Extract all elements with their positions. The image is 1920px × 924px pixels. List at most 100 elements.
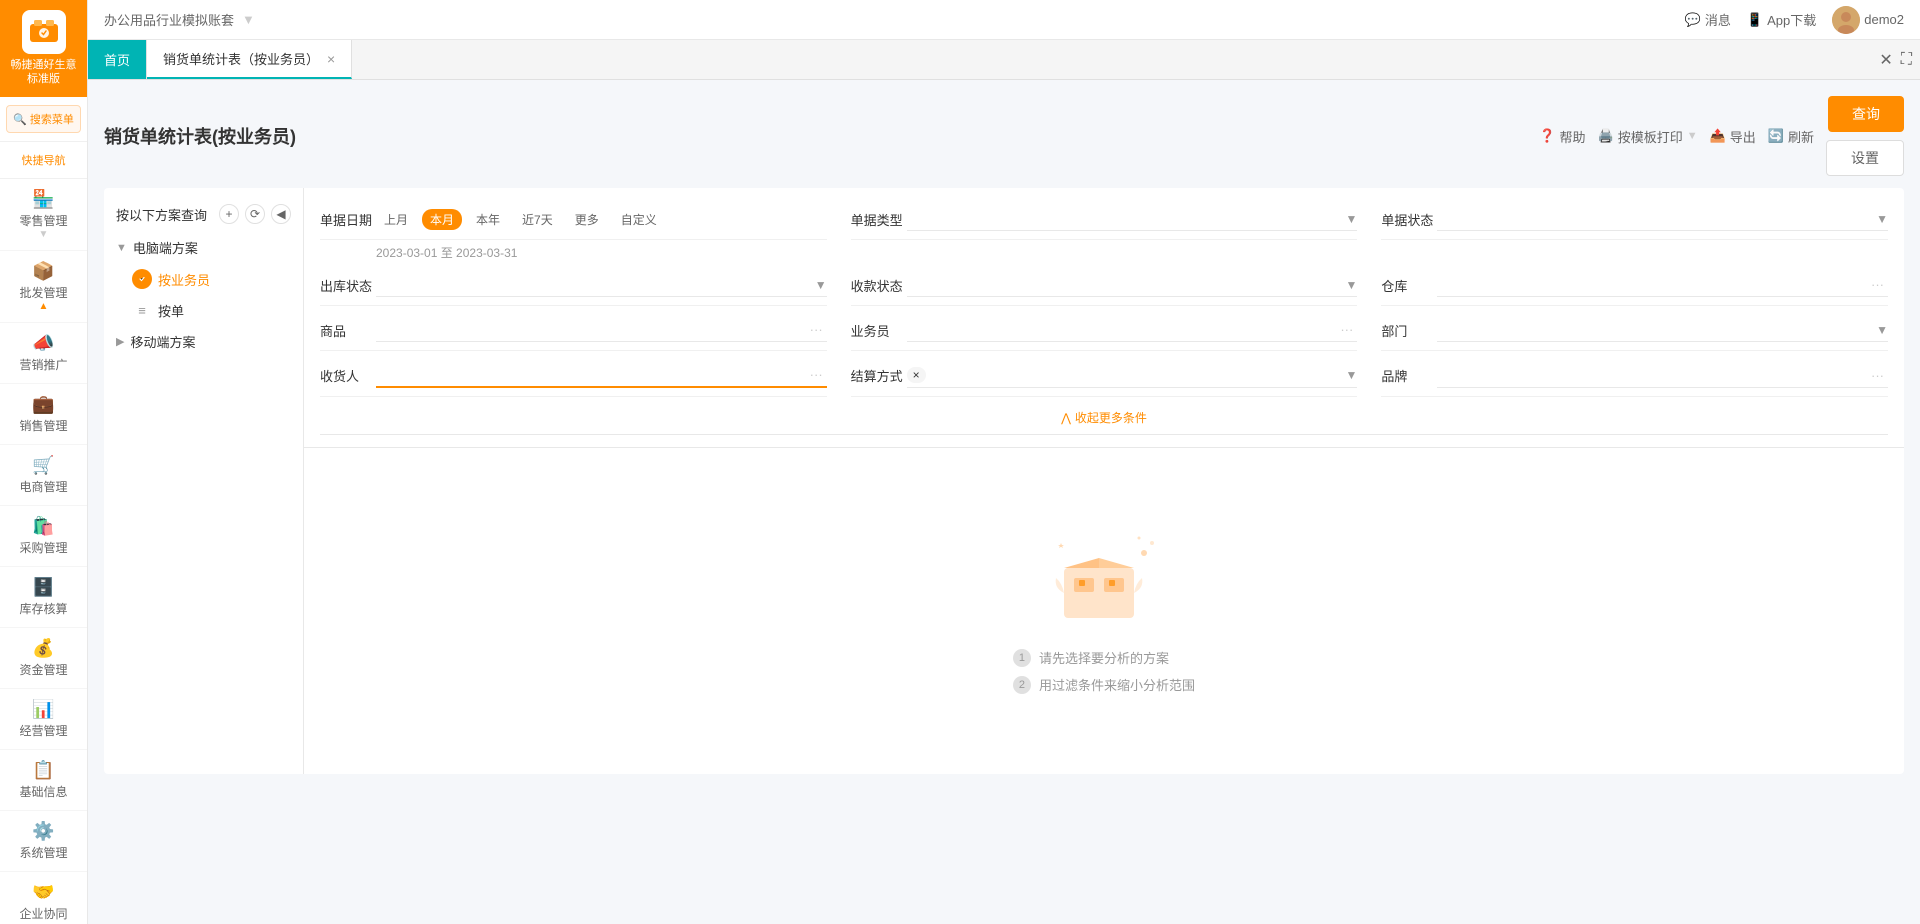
- brand-input[interactable]: ···: [1437, 364, 1888, 388]
- message-icon: 💬: [1685, 12, 1701, 28]
- filter-dept-control: ▼: [1437, 319, 1888, 342]
- filter-row-4: 收货人 ··· 结算方式: [320, 355, 1888, 397]
- tab-bar-actions: ✕ ⛶: [1871, 40, 1920, 79]
- sidebar-item-purchase[interactable]: 🛍️ 采购管理: [0, 506, 87, 567]
- sidebar-item-retail[interactable]: 🏪 零售管理 ▼: [0, 179, 87, 251]
- date-period: 上月 本月 本年 近7天 更多 自定义: [376, 209, 665, 230]
- settings-button[interactable]: 设置: [1826, 140, 1904, 176]
- date-custom-btn[interactable]: 自定义: [613, 209, 665, 230]
- sidebar-item-operations[interactable]: 📊 经营管理: [0, 689, 87, 750]
- date-curr-month-btn[interactable]: 本月: [422, 209, 462, 230]
- export-button[interactable]: 📤 导出: [1710, 127, 1756, 146]
- left-panel-header: 按以下方案查询 + ⟳ ◀: [104, 200, 303, 232]
- user-action[interactable]: demo2: [1832, 6, 1904, 34]
- collapse-icon: ⋀: [1061, 411, 1071, 425]
- message-action[interactable]: 💬 消息: [1685, 10, 1731, 29]
- order-status-chevron-icon: ▼: [1876, 212, 1888, 226]
- goods-input[interactable]: ···: [376, 318, 827, 342]
- sidebar-item-inventory[interactable]: 🗄️ 库存核算: [0, 567, 87, 628]
- sidebar-item-wholesale[interactable]: 📦 批发管理 ▲: [0, 251, 87, 323]
- sidebar-search-section: 🔍 搜索菜单: [0, 97, 87, 142]
- date-7days-btn[interactable]: 近7天: [514, 209, 561, 230]
- scheme-by-order[interactable]: ≡ 按单: [104, 295, 303, 326]
- tab-expand-icon[interactable]: ⛶: [1901, 51, 1912, 69]
- system-icon: ⚙️: [32, 821, 54, 842]
- filter-brand: 品牌 ···: [1381, 355, 1888, 397]
- settlement-select[interactable]: × ▼: [907, 363, 1358, 388]
- order-status-select[interactable]: ▼: [1437, 208, 1888, 231]
- filter-date-label: 单据日期: [320, 210, 376, 229]
- warehouse-input[interactable]: ···: [1437, 273, 1888, 297]
- filter-settlement: 结算方式 × ▼: [851, 355, 1358, 397]
- collapse-panel-button[interactable]: ◀: [271, 204, 291, 224]
- filter-order-type-label: 单据类型: [851, 210, 907, 229]
- basic-icon: 📋: [32, 760, 54, 781]
- dept-select[interactable]: ▼: [1437, 319, 1888, 342]
- filter-consignee-control: ···: [376, 363, 827, 388]
- search-icon: 🔍: [13, 114, 27, 126]
- sidebar-group-retail: 🏪 零售管理 ▼: [0, 179, 87, 251]
- query-button[interactable]: 查询: [1828, 96, 1904, 132]
- filter-brand-control: ···: [1437, 364, 1888, 388]
- breadcrumb-text: 办公用品行业模拟账套: [104, 10, 234, 29]
- refresh-button[interactable]: 🔄 刷新: [1768, 127, 1814, 146]
- tab-sales-stat-label: 销货单统计表（按业务员）: [163, 49, 319, 68]
- quick-nav-button[interactable]: 快捷导航: [0, 146, 87, 174]
- receive-status-select[interactable]: ▼: [907, 274, 1358, 297]
- print-chevron-icon: ▼: [1687, 130, 1698, 142]
- order-type-select[interactable]: ▼: [907, 208, 1358, 231]
- query-settings-group: 查询 设置: [1826, 96, 1904, 176]
- sidebar-item-ecommerce[interactable]: 🛒 电商管理: [0, 445, 87, 506]
- tip-text-2: 用过滤条件来缩小分析范围: [1039, 675, 1195, 694]
- date-more-btn[interactable]: 更多: [567, 209, 607, 230]
- print-button[interactable]: 🖨️ 按模板打印 ▼: [1598, 127, 1698, 146]
- sidebar-item-finance[interactable]: 💰 资金管理: [0, 628, 87, 689]
- help-button[interactable]: ❓ 帮助: [1539, 127, 1585, 146]
- sidebar-item-ecommerce-label: 电商管理: [19, 478, 67, 495]
- page-title: 销货单统计表(按业务员): [104, 123, 296, 149]
- settlement-chevron-icon: ▼: [1345, 368, 1357, 382]
- collapse-more-conditions[interactable]: ⋀ 收起更多条件: [320, 401, 1888, 435]
- filter-settlement-control: × ▼: [907, 363, 1358, 388]
- main-area: 办公用品行业模拟账套 ▼ 💬 消息 📱 App下载 de: [88, 0, 1920, 924]
- out-status-select[interactable]: ▼: [376, 274, 827, 297]
- sidebar-item-sales[interactable]: 💼 销售管理: [0, 384, 87, 445]
- page-content: 销货单统计表(按业务员) ❓ 帮助 🖨️ 按模板打印 ▼ 📤 导出: [88, 80, 1920, 790]
- order-type-chevron-icon: ▼: [1345, 212, 1357, 226]
- consignee-dots-icon: ···: [806, 367, 827, 382]
- refresh-scheme-button[interactable]: ⟳: [245, 204, 265, 224]
- empty-state: 1 请先选择要分析的方案 2 用过滤条件来缩小分析范围: [304, 448, 1904, 774]
- tab-close-all-icon[interactable]: ✕: [1879, 50, 1892, 70]
- tab-close-icon[interactable]: ×: [327, 51, 335, 67]
- sidebar-item-retail-label: 零售管理: [19, 212, 67, 229]
- staff-input[interactable]: ···: [907, 318, 1358, 342]
- sidebar-item-marketing[interactable]: 📣 营销推广: [0, 323, 87, 384]
- sidebar-item-basic[interactable]: 📋 基础信息: [0, 750, 87, 811]
- sidebar-item-system[interactable]: ⚙️ 系统管理: [0, 811, 87, 872]
- sidebar-item-wholesale-label: 批发管理: [19, 284, 67, 301]
- app-download-label: App下载: [1767, 10, 1816, 29]
- filter-receive-status-label: 收款状态: [851, 276, 907, 295]
- app-download-action[interactable]: 📱 App下载: [1747, 10, 1816, 29]
- goods-dots-icon: ···: [806, 322, 827, 337]
- app-download-icon: 📱: [1747, 12, 1763, 28]
- tab-sales-stat[interactable]: 销货单统计表（按业务员） ×: [147, 40, 352, 79]
- logo-icon: [22, 10, 66, 54]
- tab-home[interactable]: 首页: [88, 40, 147, 79]
- consignee-input[interactable]: ···: [376, 363, 827, 388]
- search-menu-button[interactable]: 🔍 搜索菜单: [6, 105, 81, 133]
- sidebar-item-cooperation[interactable]: 🤝 企业协同: [0, 872, 87, 924]
- avatar: [1832, 6, 1860, 34]
- filter-dept: 部门 ▼: [1381, 310, 1888, 351]
- add-scheme-button[interactable]: +: [219, 204, 239, 224]
- date-prev-month-btn[interactable]: 上月: [376, 209, 416, 230]
- date-curr-year-btn[interactable]: 本年: [468, 209, 508, 230]
- settlement-tag-close[interactable]: ×: [913, 368, 920, 382]
- scheme-by-staff[interactable]: 按业务员: [104, 263, 303, 295]
- filter-row-3: 商品 ··· 业务员: [320, 310, 1888, 351]
- filter-order-status-control: ▼: [1437, 208, 1888, 231]
- filter-warehouse-control: ···: [1437, 273, 1888, 297]
- ecommerce-icon: 🛒: [32, 455, 54, 476]
- collapse-label: 收起更多条件: [1075, 409, 1147, 426]
- breadcrumb-chevron: ▼: [242, 12, 255, 27]
